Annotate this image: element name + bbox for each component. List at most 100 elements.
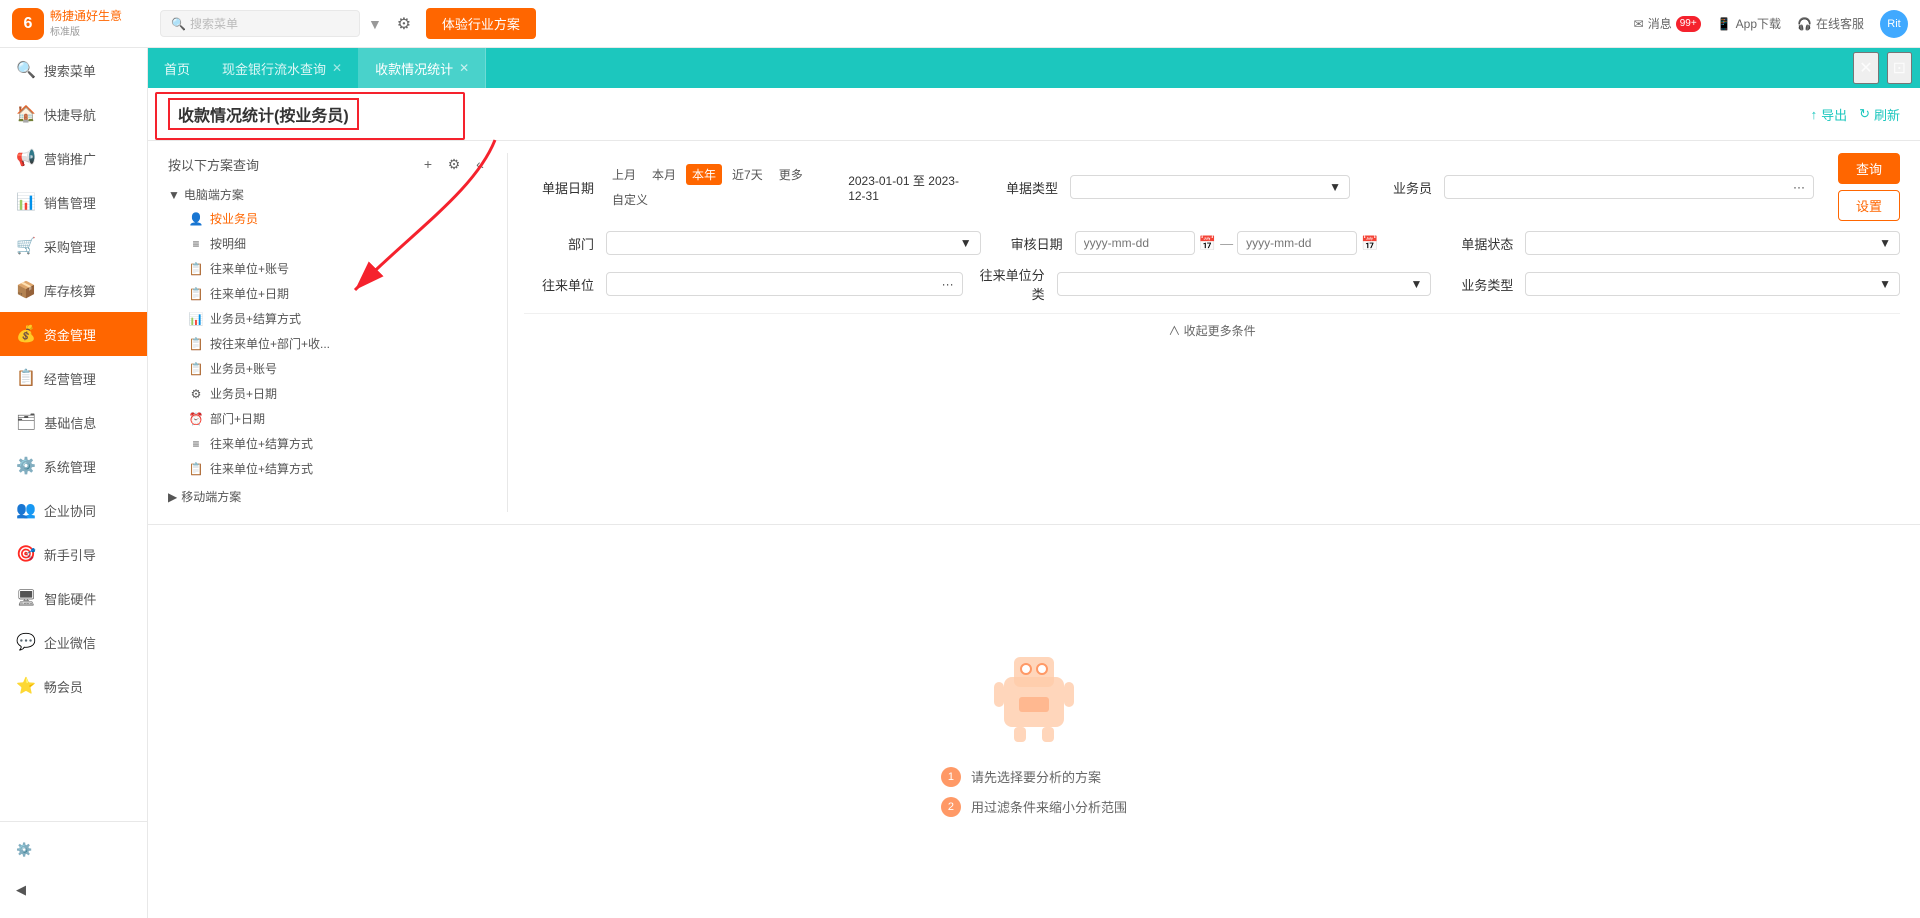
scheme-item-partner-acct[interactable]: 📋 往来单位+账号	[168, 256, 491, 281]
scheme-item-salesperson[interactable]: 👤 按业务员	[168, 206, 491, 231]
sidebar-item-sales[interactable]: 📊 销售管理	[0, 180, 147, 224]
calendar-icon-end[interactable]: 📅	[1361, 235, 1378, 252]
tab-close-collection[interactable]: ✕	[459, 61, 469, 75]
content-area: 首页 现金银行流水查询 ✕ 收款情况统计 ✕ ✕ ⊡ 收款情况统计(按业务员)	[148, 48, 1920, 918]
trial-btn[interactable]: 体验行业方案	[426, 8, 536, 39]
scheme-item-dept-date[interactable]: ⏰ 部门+日期	[168, 406, 491, 431]
tab-home[interactable]: 首页	[148, 48, 206, 88]
search-icon: 🔍	[16, 60, 36, 80]
voucher-type-select[interactable]: ▼	[1070, 175, 1350, 199]
header-right: ✉ 消息 99+ 📱 App下载 🎧 在线客服 Rit	[1634, 10, 1908, 38]
tab-maximize-btn[interactable]: ⊡	[1887, 52, 1912, 84]
salesperson-label: 业务员	[1362, 178, 1432, 197]
date-control: 上月 本月 本年 近7天 更多 自定义 2023-01-01 至	[606, 164, 976, 210]
sidebar-item-quicknav[interactable]: 🏠 快捷导航	[0, 92, 147, 136]
review-date-end-input[interactable]	[1237, 231, 1357, 255]
phone-icon: 📱	[1717, 17, 1732, 31]
scheme-add-btn[interactable]: +	[417, 153, 439, 175]
scheme-item-sales-date[interactable]: ⚙ 业务员+日期	[168, 381, 491, 406]
sidebar-item-collab[interactable]: 👥 企业协同	[0, 488, 147, 532]
tab-collection-stats[interactable]: 收款情况统计 ✕	[359, 48, 486, 88]
chart-icon: 📊	[188, 311, 204, 327]
scheme-item-partner-date[interactable]: 📋 往来单位+日期	[168, 281, 491, 306]
sidebar-item-member[interactable]: ⭐ 畅会员	[0, 664, 147, 708]
business-type-select[interactable]: ▼	[1525, 272, 1900, 296]
export-icon: ↑	[1811, 107, 1818, 122]
collapse-bar[interactable]: ∧ 收起更多条件	[524, 313, 1900, 347]
settings-icon: ⚙️	[16, 842, 32, 858]
review-date-start-input[interactable]	[1075, 231, 1195, 255]
tab-bank-flow[interactable]: 现金银行流水查询 ✕	[206, 48, 359, 88]
date-this-year-btn[interactable]: 本年	[686, 164, 722, 185]
list-icon-1: ≡	[188, 436, 204, 452]
sidebar-item-finance[interactable]: 💰 资金管理	[0, 312, 147, 356]
app-download-btn[interactable]: 📱 App下载	[1717, 15, 1781, 32]
export-btn[interactable]: ↑ 导出	[1811, 105, 1848, 124]
sidebar-item-guide[interactable]: 🎯 新手引导	[0, 532, 147, 576]
scheme-item-partner-payment-1[interactable]: ≡ 往来单位+结算方式	[168, 431, 491, 456]
sidebar-item-wechat[interactable]: 💬 企业微信	[0, 620, 147, 664]
filter-row-date: 单据日期 上月 本月 本年 近7天 更多 自定义	[524, 153, 1900, 221]
scheme-settings-btn[interactable]: ⚙	[443, 153, 465, 175]
sidebar-item-search[interactable]: 🔍 搜索菜单	[0, 48, 147, 92]
salesperson-select[interactable]: ···	[1444, 175, 1814, 199]
sidebar-item-hardware[interactable]: 🖥 智能硬件	[0, 576, 147, 620]
voucher-status-select[interactable]: ▼	[1525, 231, 1900, 255]
dept-select[interactable]: ▼	[606, 231, 981, 255]
scheme-pc-header[interactable]: ▼ 电脑端方案	[168, 183, 491, 206]
query-btn[interactable]: 查询	[1838, 153, 1900, 184]
sales-icon: 📊	[16, 192, 36, 212]
partner-select[interactable]: ···	[606, 272, 963, 296]
scheme-item-detail[interactable]: ≡ 按明细	[168, 231, 491, 256]
sidebar-settings-btn[interactable]: ⚙️	[0, 830, 147, 870]
refresh-btn[interactable]: ↻ 刷新	[1859, 105, 1900, 124]
page-header: 收款情况统计(按业务员) ↑ 导出 ↻ 刷新	[148, 88, 1920, 141]
sidebar-collapse-btn[interactable]: ◀	[0, 870, 147, 910]
partner-category-select[interactable]: ▼	[1057, 272, 1432, 296]
basics-icon: 🗂	[16, 412, 36, 432]
table-icon-3: 📋	[188, 336, 204, 352]
table-icon-5: 📋	[188, 461, 204, 477]
date-custom-btn[interactable]: 自定义	[606, 189, 654, 210]
scheme-item-sales-acct[interactable]: 📋 业务员+账号	[168, 356, 491, 381]
table-icon-2: 📋	[188, 286, 204, 302]
scheme-collapse-btn[interactable]: «	[469, 153, 491, 175]
tab-close-all-btn[interactable]: ✕	[1853, 52, 1878, 84]
header-gear-btn[interactable]: ⚙	[390, 10, 418, 38]
date-7days-btn[interactable]: 近7天	[726, 164, 769, 185]
sidebar-item-basics[interactable]: 🗂 基础信息	[0, 400, 147, 444]
header-dropdown-btn[interactable]: ▼	[368, 16, 382, 32]
sidebar-item-marketing[interactable]: 📢 营销推广	[0, 136, 147, 180]
tab-close-bank[interactable]: ✕	[332, 61, 342, 75]
app-name: 畅捷通好生意	[50, 9, 122, 23]
scheme-item-partner-dept[interactable]: 📋 按往来单位+部门+收...	[168, 331, 491, 356]
filter-row-partner: 往来单位 ··· 往来单位分类 ▼	[524, 265, 1900, 303]
sidebar-item-system[interactable]: ⚙️ 系统管理	[0, 444, 147, 488]
scheme-header: 按以下方案查询 + ⚙ «	[168, 153, 491, 175]
filter-settings-btn[interactable]: 设置	[1838, 190, 1900, 221]
sidebar-item-purchase[interactable]: 🛒 采购管理	[0, 224, 147, 268]
date-last-month-btn[interactable]: 上月	[606, 164, 642, 185]
date-more-btn[interactable]: 更多	[773, 164, 809, 185]
scheme-mobile-header[interactable]: ▶ 移动端方案	[168, 485, 491, 508]
messages-btn[interactable]: ✉ 消息 99+	[1634, 15, 1701, 32]
scheme-item-partner-payment-2[interactable]: 📋 往来单位+结算方式	[168, 456, 491, 481]
empty-steps: 1 请先选择要分析的方案 2 用过滤条件来缩小分析范围	[941, 767, 1127, 817]
hardware-icon: 🖥	[16, 588, 36, 608]
detail-icon: ≡	[188, 236, 204, 252]
guide-icon: 🎯	[16, 544, 36, 564]
scheme-item-sales-payment[interactable]: 📊 业务员+结算方式	[168, 306, 491, 331]
marketing-icon: 📢	[16, 148, 36, 168]
sidebar-item-inventory[interactable]: 📦 库存核算	[0, 268, 147, 312]
online-service-btn[interactable]: 🎧 在线客服	[1797, 15, 1864, 32]
user-avatar[interactable]: Rit	[1880, 10, 1908, 38]
step-num-1: 1	[941, 767, 961, 787]
date-this-month-btn[interactable]: 本月	[646, 164, 682, 185]
filter-layout: 按以下方案查询 + ⚙ « ▼ 电脑端方案	[168, 153, 1900, 512]
partner-category-label: 往来单位分类	[975, 265, 1045, 303]
sidebar-item-operations[interactable]: 📋 经营管理	[0, 356, 147, 400]
header-search-box[interactable]: 🔍 搜索菜单	[160, 10, 360, 37]
calendar-icon-start[interactable]: 📅	[1199, 235, 1216, 252]
voucher-type-label: 单据类型	[988, 178, 1058, 197]
filter-panel: 按以下方案查询 + ⚙ « ▼ 电脑端方案	[148, 141, 1920, 525]
